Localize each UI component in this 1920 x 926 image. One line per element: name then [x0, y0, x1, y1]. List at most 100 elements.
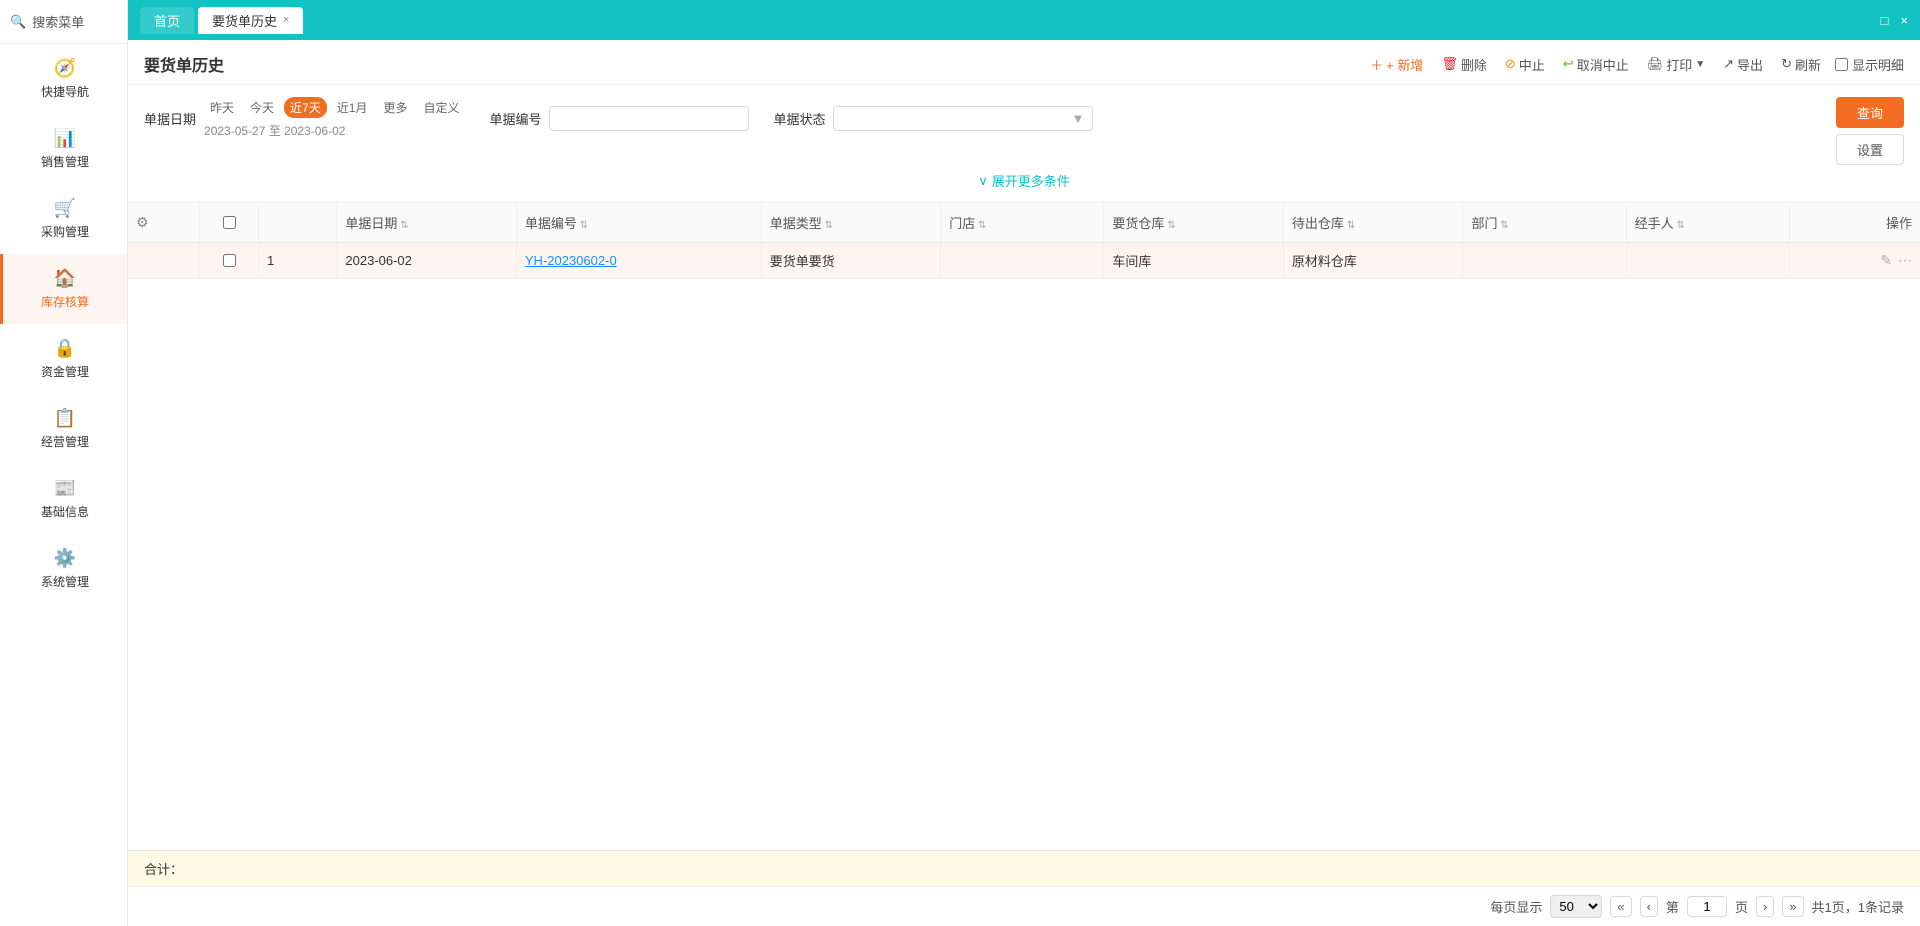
next-page-button[interactable]: › — [1756, 896, 1774, 917]
system-label: 系统管理 — [41, 573, 89, 590]
window-close-btn[interactable]: × — [1900, 13, 1908, 28]
column-settings-icon[interactable]: ⚙ — [136, 214, 149, 230]
col-store-header[interactable]: 门店 — [941, 203, 1104, 243]
sidebar-search-label: 搜索菜单 — [32, 12, 84, 31]
per-page-select[interactable]: 102050100 — [1550, 895, 1602, 918]
col-dept-header[interactable]: 部门 — [1463, 203, 1626, 243]
first-page-button[interactable]: « — [1610, 896, 1631, 917]
date-option-today[interactable]: 今天 — [244, 97, 280, 118]
date-filter-label: 单据日期 — [144, 109, 196, 128]
sidebar-item-operations[interactable]: 📋 经营管理 — [0, 394, 127, 464]
inventory-label: 库存核算 — [41, 293, 89, 310]
sidebar-item-basic-info[interactable]: 📰 基础信息 — [0, 464, 127, 534]
export-button[interactable]: ↗ 导出 — [1719, 53, 1767, 76]
sidebar-item-finance[interactable]: 🔒 资金管理 — [0, 324, 127, 394]
date-option-custom[interactable]: 自定义 — [417, 97, 465, 118]
refresh-button[interactable]: ↻ 刷新 — [1777, 53, 1825, 76]
filter-fields: 单据日期 昨天 今天 近7天 近1月 更多 自定义 2023-05-27 至 2… — [144, 97, 1836, 139]
row-edit-icon-0[interactable]: ✎ — [1880, 252, 1892, 269]
top-bar: 首页 要货单历史 × □ × — [128, 0, 1920, 40]
basic-info-icon: 📰 — [54, 478, 76, 499]
col-warehouse-header[interactable]: 要货仓库 — [1104, 203, 1284, 243]
operations-icon: 📋 — [54, 408, 76, 429]
purchase-icon: 🛒 — [54, 198, 76, 219]
col-date-header[interactable]: 单据日期 — [337, 203, 517, 243]
select-all-checkbox[interactable] — [223, 216, 236, 229]
row-dept-0 — [1463, 243, 1626, 279]
date-option-1month[interactable]: 近1月 — [331, 97, 374, 118]
search-icon: 🔍 — [10, 14, 26, 30]
sidebar-item-quick-nav[interactable]: 🧭 快捷导航 — [0, 44, 127, 114]
delete-button[interactable]: 🗑 删除 — [1437, 53, 1491, 76]
sidebar-item-inventory[interactable]: 🏠 库存核算 — [0, 254, 127, 324]
date-option-more[interactable]: 更多 — [377, 97, 413, 118]
col-handler-header[interactable]: 经手人 — [1626, 203, 1789, 243]
row-pending-0: 原材料仓库 — [1283, 243, 1463, 279]
setting-button[interactable]: 设置 — [1836, 134, 1904, 165]
page-number-input[interactable] — [1687, 896, 1727, 917]
row-date-0: 2023-06-02 — [337, 243, 517, 279]
row-num-0: YH-20230602-0 — [516, 243, 761, 279]
expand-more-label: 展开更多条件 — [992, 171, 1070, 190]
operations-label: 经营管理 — [41, 433, 89, 450]
sidebar-item-system[interactable]: ⚙️ 系统管理 — [0, 534, 127, 604]
row-no-0: 1 — [259, 243, 337, 279]
stop-icon: ⊘ — [1505, 56, 1516, 72]
date-option-7days[interactable]: 近7天 — [284, 97, 327, 118]
toolbar: ＋ + 新增 🗑 删除 ⊘ 中止 ↩ 取消中止 🖨 打印 — [1366, 53, 1904, 76]
row-type-0: 要货单要货 — [761, 243, 941, 279]
row-store-0 — [941, 243, 1104, 279]
per-page-label: 每页显示 — [1490, 897, 1542, 916]
query-button[interactable]: 查询 — [1836, 97, 1904, 128]
display-detail-checkbox[interactable] — [1835, 58, 1848, 71]
expand-icon: ∨ — [978, 173, 988, 189]
content: 要货单历史 ＋ + 新增 🗑 删除 ⊘ 中止 ↩ 取消中止 — [128, 40, 1920, 926]
docstatus-filter-select[interactable]: ▼ — [833, 106, 1093, 131]
data-table: ⚙ 单据日期 单据编号 单据类型 门店 要货仓库 待出仓库 — [128, 203, 1920, 279]
inventory-icon: 🏠 — [54, 268, 76, 289]
tab-home[interactable]: 首页 — [140, 7, 194, 34]
date-option-yesterday[interactable]: 昨天 — [204, 97, 240, 118]
sidebar-item-purchase[interactable]: 🛒 采购管理 — [0, 184, 127, 254]
col-no-header — [259, 203, 337, 243]
tab-requisition-history-label: 要货单历史 — [212, 11, 277, 30]
page-unit: 页 — [1735, 897, 1748, 916]
tab-requisition-history-close[interactable]: × — [283, 14, 289, 26]
tab-requisition-history[interactable]: 要货单历史 × — [198, 7, 303, 34]
refresh-icon: ↻ — [1781, 56, 1792, 72]
docno-filter-input[interactable] — [549, 106, 749, 131]
stop-button[interactable]: ⊘ 中止 — [1501, 53, 1549, 76]
docno-filter-label: 单据编号 — [489, 109, 541, 128]
sidebar-search[interactable]: 🔍 搜索菜单 — [0, 0, 127, 44]
last-page-button[interactable]: » — [1782, 896, 1803, 917]
print-button[interactable]: 🖨 打印 ▼ — [1643, 53, 1709, 76]
total-info: 共1页，1条记录 — [1812, 897, 1904, 916]
new-button[interactable]: ＋ + 新增 — [1366, 53, 1427, 76]
col-pending-header[interactable]: 待出仓库 — [1283, 203, 1463, 243]
filter-actions: 查询 设置 — [1836, 97, 1904, 165]
row-more-icon-0[interactable]: ⋯ — [1898, 252, 1912, 269]
sales-label: 销售管理 — [41, 153, 89, 170]
sales-icon: 📊 — [54, 128, 76, 149]
prev-page-button[interactable]: ‹ — [1640, 896, 1658, 917]
footer-sum: 合计： — [128, 850, 1920, 886]
date-filter-group: 单据日期 昨天 今天 近7天 近1月 更多 自定义 2023-05-27 至 2… — [144, 97, 465, 139]
sidebar: 🔍 搜索菜单 🧭 快捷导航 📊 销售管理 🛒 采购管理 🏠 库存核算 🔒 资金管… — [0, 0, 128, 926]
tab-home-label: 首页 — [154, 11, 180, 30]
display-detail-toggle[interactable]: 显示明细 — [1835, 55, 1904, 74]
finance-icon: 🔒 — [54, 338, 76, 359]
row-checkbox-0[interactable] — [223, 254, 236, 267]
filter-area: 单据日期 昨天 今天 近7天 近1月 更多 自定义 2023-05-27 至 2… — [128, 85, 1920, 203]
col-num-header[interactable]: 单据编号 — [516, 203, 761, 243]
page-title: 要货单历史 — [144, 52, 224, 76]
sidebar-item-sales[interactable]: 📊 销售管理 — [0, 114, 127, 184]
print-icon: 🖨 — [1647, 56, 1664, 72]
expand-more-button[interactable]: ∨ 展开更多条件 — [144, 165, 1904, 190]
cancel-stop-button[interactable]: ↩ 取消中止 — [1559, 53, 1633, 76]
window-restore-btn[interactable]: □ — [1881, 13, 1889, 28]
docstatus-arrow-icon: ▼ — [1072, 111, 1085, 126]
page-header: 要货单历史 ＋ + 新增 🗑 删除 ⊘ 中止 ↩ 取消中止 — [128, 40, 1920, 85]
docno-filter-group: 单据编号 — [489, 106, 749, 131]
col-type-header[interactable]: 单据类型 — [761, 203, 941, 243]
new-icon: ＋ — [1370, 55, 1383, 74]
